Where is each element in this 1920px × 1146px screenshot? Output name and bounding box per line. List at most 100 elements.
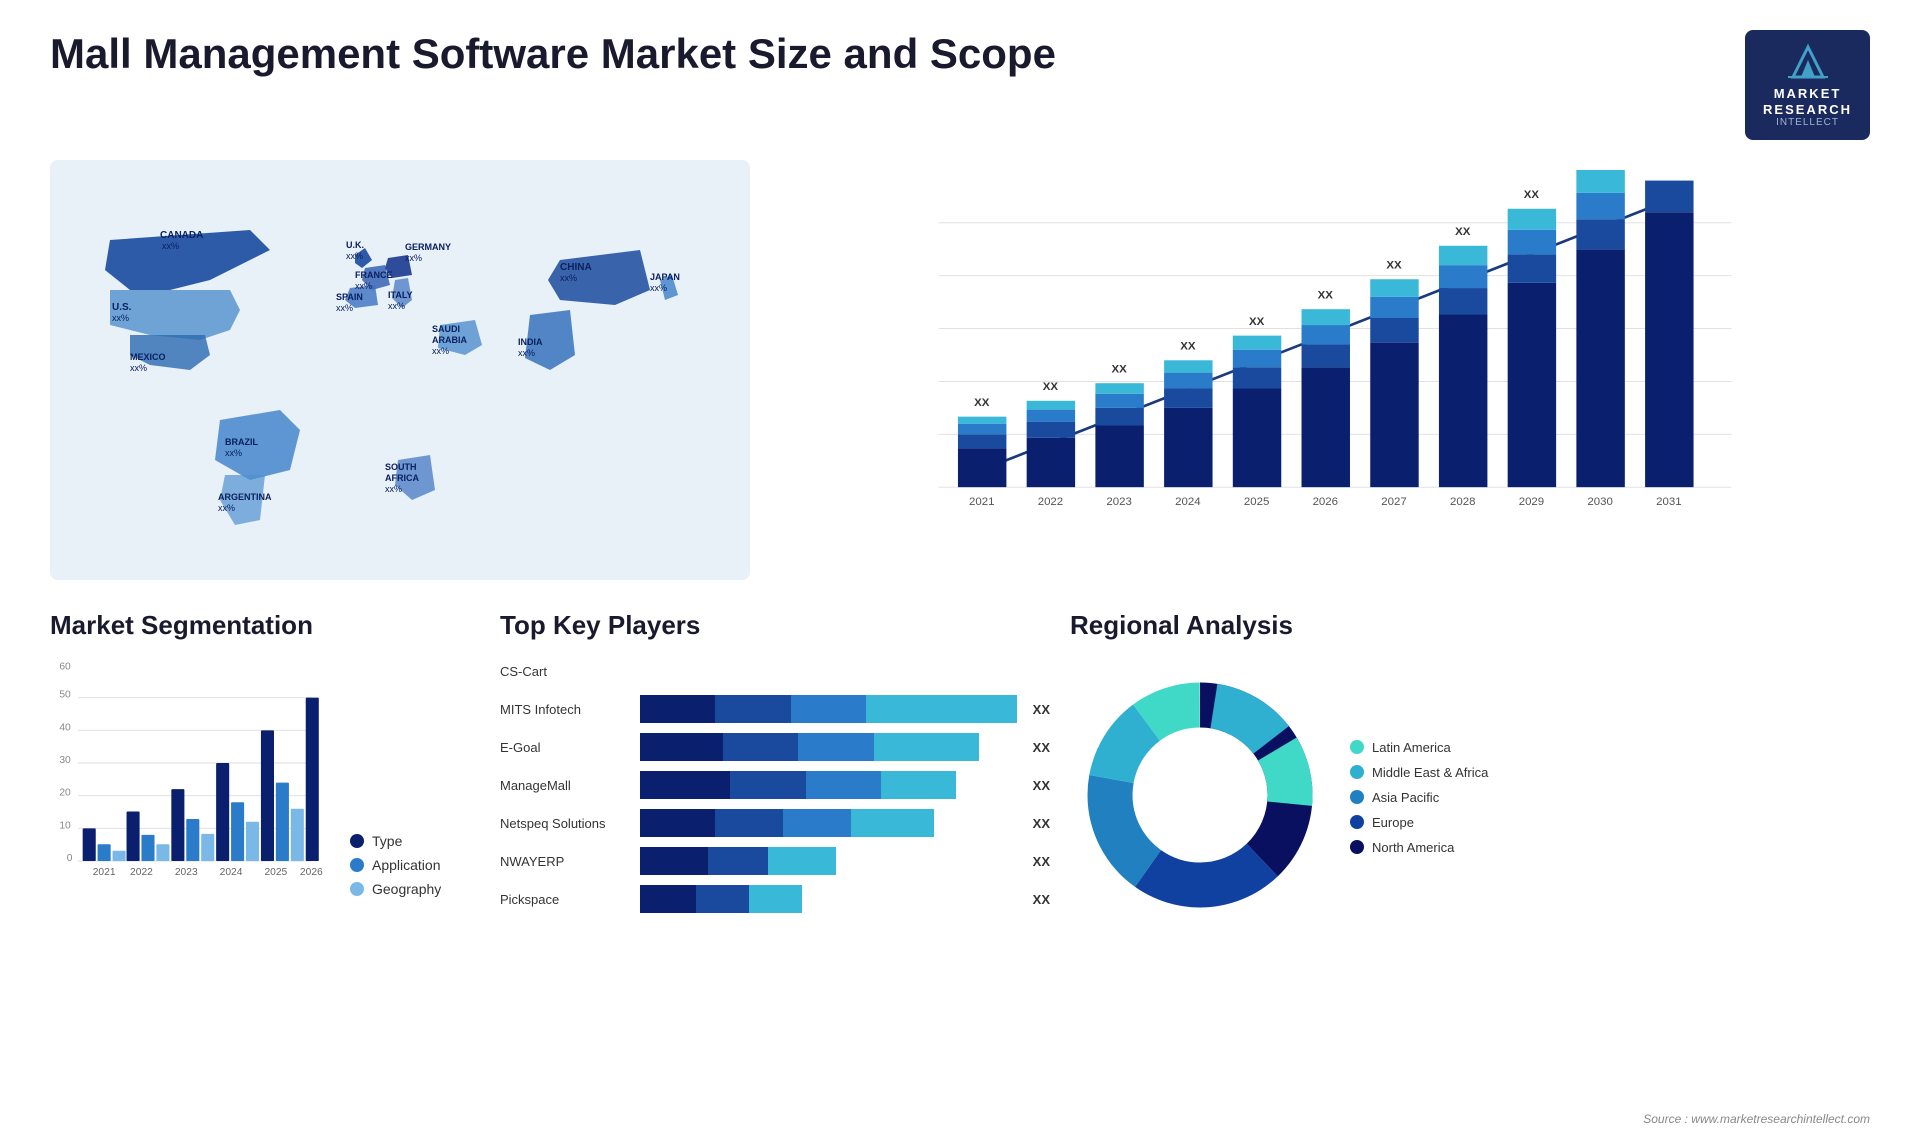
- svg-text:CANADA: CANADA: [160, 230, 203, 241]
- legend-dot-asia-pacific: [1350, 790, 1364, 804]
- legend-label-geography: Geography: [372, 881, 441, 897]
- legend-application: Application: [350, 857, 441, 873]
- legend-label-type: Type: [372, 833, 402, 849]
- logo: MARKET RESEARCH INTELLECT: [1745, 30, 1870, 140]
- svg-text:xx%: xx%: [130, 363, 147, 373]
- legend-type: Type: [350, 833, 441, 849]
- svg-text:xx%: xx%: [385, 484, 402, 494]
- player-bar-inner: [640, 847, 1017, 875]
- svg-text:20: 20: [59, 788, 71, 799]
- svg-text:XX: XX: [1386, 260, 1402, 272]
- player-xx-label: XX: [1033, 854, 1050, 869]
- player-name: MITS Infotech: [500, 702, 630, 717]
- bar-seg: [851, 809, 934, 837]
- svg-text:60: 60: [59, 662, 71, 673]
- svg-text:XX: XX: [1180, 341, 1196, 353]
- player-xx-label: XX: [1033, 740, 1050, 755]
- regional-container: Regional Analysis: [1070, 610, 1870, 960]
- svg-text:30: 30: [59, 755, 71, 766]
- bar-seg: [730, 771, 805, 799]
- svg-text:2031: 2031: [1656, 496, 1681, 508]
- svg-text:2030: 2030: [1587, 496, 1612, 508]
- svg-text:XX: XX: [974, 397, 990, 409]
- regional-legend: Latin America Middle East & Africa Asia …: [1350, 740, 1488, 855]
- player-row: MITS Infotech XX: [500, 695, 1050, 723]
- logo-text-line1: MARKET: [1774, 86, 1842, 102]
- player-xx-label: XX: [1033, 816, 1050, 831]
- svg-text:xx%: xx%: [432, 346, 449, 356]
- player-row: CS-Cart: [500, 657, 1050, 685]
- svg-text:2021: 2021: [969, 496, 994, 508]
- player-xx-label: XX: [1033, 702, 1050, 717]
- svg-text:ARGENTINA: ARGENTINA: [218, 492, 272, 502]
- bar-seg: [715, 695, 790, 723]
- svg-text:2021: 2021: [93, 867, 116, 878]
- svg-text:2022: 2022: [130, 867, 153, 878]
- bar-seg: [715, 809, 783, 837]
- svg-text:xx%: xx%: [336, 303, 353, 313]
- bar-seg: [866, 695, 1017, 723]
- svg-text:2026: 2026: [1313, 496, 1338, 508]
- svg-text:SOUTH: SOUTH: [385, 462, 417, 472]
- player-bar-track: [640, 847, 1017, 875]
- bar-seg: [791, 695, 866, 723]
- player-xx-label: XX: [1033, 892, 1050, 907]
- bar-seg: [874, 733, 979, 761]
- svg-text:2028: 2028: [1450, 496, 1475, 508]
- page-container: Mall Management Software Market Size and…: [0, 0, 1920, 1146]
- bar-seg: [708, 847, 768, 875]
- header: Mall Management Software Market Size and…: [50, 30, 1870, 140]
- player-name: ManageMall: [500, 778, 630, 793]
- logo-icon: [1783, 42, 1833, 82]
- player-bar-inner: [640, 771, 1017, 799]
- svg-text:2023: 2023: [175, 867, 198, 878]
- bar-seg: [749, 885, 802, 913]
- svg-text:xx%: xx%: [355, 281, 372, 291]
- bar-seg: [723, 733, 798, 761]
- logo-text-line3: INTELLECT: [1776, 117, 1839, 128]
- legend-dot-type: [350, 834, 364, 848]
- svg-text:xx%: xx%: [405, 253, 422, 263]
- bottom-section: Market Segmentation 0 10 20 30 40 50 60: [50, 610, 1870, 960]
- svg-text:2027: 2027: [1381, 496, 1406, 508]
- svg-text:xx%: xx%: [650, 283, 667, 293]
- segmentation-title: Market Segmentation: [50, 610, 480, 641]
- bar-seg: [640, 847, 708, 875]
- reg-legend-middle-east: Middle East & Africa: [1350, 765, 1488, 780]
- svg-text:0: 0: [67, 853, 73, 864]
- segmentation-container: Market Segmentation 0 10 20 30 40 50 60: [50, 610, 480, 960]
- svg-text:xx%: xx%: [560, 273, 577, 283]
- svg-text:xx%: xx%: [346, 251, 363, 261]
- svg-text:xx%: xx%: [225, 448, 242, 458]
- player-bar-inner: [640, 809, 1017, 837]
- legend-geography: Geography: [350, 881, 441, 897]
- svg-text:CHINA: CHINA: [560, 262, 592, 273]
- world-map-svg: CANADA xx% U.S. xx% MEXICO xx% BRAZIL xx…: [50, 160, 750, 580]
- players-container: Top Key Players CS-Cart MITS Infotech: [500, 610, 1050, 960]
- legend-dot-application: [350, 858, 364, 872]
- svg-text:xx%: xx%: [388, 301, 405, 311]
- player-bar-track: [640, 657, 1050, 685]
- player-bar-inner: [640, 695, 1017, 723]
- reg-legend-label: Asia Pacific: [1372, 790, 1439, 805]
- svg-text:xx%: xx%: [112, 313, 129, 323]
- reg-legend-europe: Europe: [1350, 815, 1488, 830]
- seg-legend: Type Application Geography: [350, 833, 441, 897]
- legend-label-application: Application: [372, 857, 441, 873]
- svg-text:ITALY: ITALY: [388, 290, 413, 300]
- svg-text:JAPAN: JAPAN: [650, 272, 680, 282]
- player-row: E-Goal XX: [500, 733, 1050, 761]
- player-bar-track: [640, 733, 1017, 761]
- player-row: Pickspace XX: [500, 885, 1050, 913]
- bar-seg: [783, 809, 851, 837]
- legend-dot-europe: [1350, 815, 1364, 829]
- svg-text:XX: XX: [1249, 316, 1265, 328]
- world-map-container: CANADA xx% U.S. xx% MEXICO xx% BRAZIL xx…: [50, 160, 750, 580]
- svg-text:10: 10: [59, 821, 71, 832]
- svg-text:xx%: xx%: [162, 241, 179, 251]
- player-name: Netspeq Solutions: [500, 816, 630, 831]
- reg-legend-label: Latin America: [1372, 740, 1451, 755]
- bar-seg: [640, 771, 730, 799]
- player-name: CS-Cart: [500, 664, 630, 679]
- source-text: Source : www.marketresearchintellect.com: [1643, 1112, 1870, 1126]
